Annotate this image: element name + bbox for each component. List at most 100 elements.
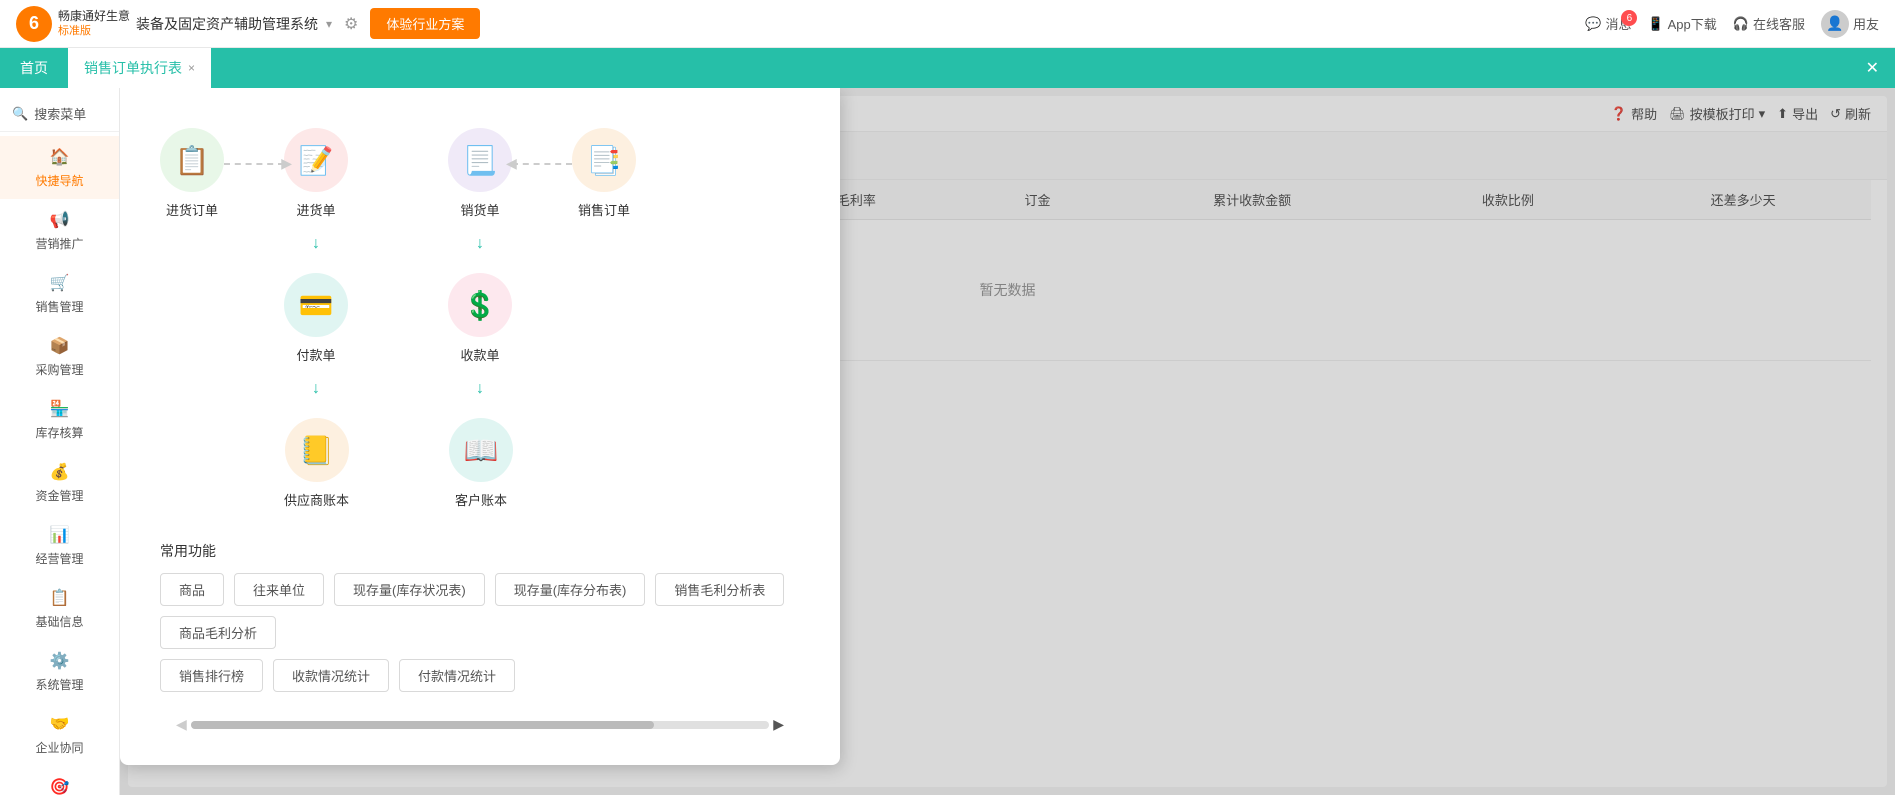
- sales-label: 销售管理: [35, 298, 83, 315]
- receipt-circle[interactable]: 💲: [448, 273, 512, 337]
- main-layout: 🔍 搜索菜单 🏠 快捷导航 📢 营销推广 🛒 销售管理 📦 采购管理 🏪 库存核…: [0, 88, 1895, 795]
- flow-row-arrows: ↓ ↓: [160, 227, 800, 261]
- payment-circle[interactable]: 💳: [284, 273, 348, 337]
- flow-col-supplier-ledger: 📒 供应商账本: [284, 418, 349, 509]
- inventory-icon: 🏪: [49, 398, 71, 420]
- func-btn-sales-rank[interactable]: 销售排行榜: [160, 659, 263, 692]
- sale-order-icon: 📑: [587, 144, 622, 177]
- sale-bill-icon: 📃: [463, 144, 498, 177]
- func-btn-goods-profit[interactable]: 商品毛利分析: [160, 616, 276, 649]
- sidebar-item-guide[interactable]: 🎯 新手引导: [0, 766, 119, 795]
- payment-icon: 💳: [299, 289, 334, 322]
- flow-col-sale-order: 📑 销售订单: [572, 128, 636, 219]
- guide-icon: 🎯: [49, 776, 71, 795]
- scrollbar-row: ◀ ▶: [160, 708, 800, 741]
- finance-label: 资金管理: [35, 487, 83, 504]
- sidebar-item-purchase[interactable]: 📦 采购管理: [0, 325, 119, 388]
- scrollbar-track[interactable]: [191, 721, 769, 729]
- purchase-label: 采购管理: [35, 361, 83, 378]
- system-dropdown-arrow[interactable]: ▾: [326, 17, 332, 31]
- sidebar-item-finance[interactable]: 💰 资金管理: [0, 451, 119, 514]
- search-icon: 🔍: [12, 106, 28, 122]
- settings-button[interactable]: ⚙: [340, 10, 362, 38]
- flow-col-sale-bill: 📃 销货单: [448, 128, 512, 219]
- supplier-ledger-icon: 📒: [299, 434, 334, 467]
- purchase-order-circle[interactable]: 📋: [160, 128, 224, 192]
- scroll-right-arrow[interactable]: ▶: [773, 716, 784, 733]
- arrow-2: ◀: [512, 163, 572, 165]
- sidebar-item-quick-nav[interactable]: 🏠 快捷导航: [0, 136, 119, 199]
- app-download-item[interactable]: 📱 App下载: [1647, 14, 1716, 33]
- app-download-label: App下载: [1668, 14, 1717, 33]
- tab-active[interactable]: 销售订单执行表 ×: [68, 48, 211, 88]
- logo-area: 6 畅康通好生意 标准版: [16, 6, 136, 42]
- online-service-item[interactable]: 🎧 在线客服: [1733, 14, 1805, 33]
- purchase-bill-label: 进货单: [296, 200, 335, 219]
- app-icon: 📱: [1647, 16, 1663, 32]
- tab-home[interactable]: 首页: [0, 48, 68, 88]
- sale-bill-label: 销货单: [460, 200, 499, 219]
- func-btn-counterpart[interactable]: 往来单位: [234, 573, 324, 606]
- down-arrow-purchase: ↓: [284, 235, 348, 253]
- flow-row-arrows-2: ↓ ↓: [160, 372, 800, 406]
- try-industry-button[interactable]: 体验行业方案: [370, 8, 480, 39]
- sidebar-search[interactable]: 🔍 搜索菜单: [0, 96, 119, 132]
- scroll-left-arrow[interactable]: ◀: [176, 716, 187, 733]
- flow-col-customer-ledger: 📖 客户账本: [449, 418, 513, 509]
- enterprise-icon: 🤝: [49, 713, 71, 735]
- tab-close-icon[interactable]: ×: [188, 61, 195, 75]
- sale-bill-circle[interactable]: 📃: [448, 128, 512, 192]
- service-icon: 🎧: [1733, 16, 1749, 32]
- message-badge: 6: [1621, 10, 1637, 26]
- func-btn-stock-status[interactable]: 现存量(库存状况表): [334, 573, 485, 606]
- service-label: 在线客服: [1753, 14, 1805, 33]
- message-item[interactable]: 💬 6 消息: [1585, 14, 1631, 33]
- sidebar-item-marketing[interactable]: 📢 营销推广: [0, 199, 119, 262]
- func-btn-sales-profit[interactable]: 销售毛利分析表: [655, 573, 784, 606]
- purchase-bill-circle[interactable]: 📝: [284, 128, 348, 192]
- sale-order-label: 销售订单: [578, 200, 630, 219]
- quick-nav-label: 快捷导航: [35, 172, 83, 189]
- flow-col-payment: 💳 付款单: [284, 273, 348, 364]
- basic-icon: 📋: [49, 587, 71, 609]
- customer-ledger-circle[interactable]: 📖: [449, 418, 513, 482]
- common-func-section: 常用功能 商品 往来单位 现存量(库存状况表) 现存量(库存分布表) 销售毛利分…: [160, 541, 800, 692]
- purchase-order-label: 进货订单: [166, 200, 218, 219]
- sidebar-item-operation[interactable]: 📊 经营管理: [0, 514, 119, 577]
- customer-ledger-label: 客户账本: [455, 490, 507, 509]
- supplier-ledger-circle[interactable]: 📒: [285, 418, 349, 482]
- sidebar-item-enterprise[interactable]: 🤝 企业协同: [0, 703, 119, 766]
- func-btns-row-2: 销售排行榜 收款情况统计 付款情况统计: [160, 659, 800, 692]
- payment-label: 付款单: [296, 345, 335, 364]
- operation-label: 经营管理: [35, 550, 83, 567]
- supplier-ledger-label: 供应商账本: [284, 490, 349, 509]
- logo-text: 畅康通好生意 标准版: [58, 9, 130, 39]
- quick-nav-icon: 🏠: [49, 146, 71, 168]
- header-right: 💬 6 消息 📱 App下载 🎧 在线客服 👤 用友: [1585, 10, 1879, 38]
- tab-close-right-button[interactable]: ✕: [1850, 58, 1895, 78]
- system-icon: ⚙️: [49, 650, 71, 672]
- user-avatar-area[interactable]: 👤 用友: [1821, 10, 1879, 38]
- func-btn-payment-stat[interactable]: 付款情况统计: [399, 659, 515, 692]
- receipt-label: 收款单: [460, 345, 499, 364]
- sidebar-item-sales[interactable]: 🛒 销售管理: [0, 262, 119, 325]
- flow-col-purchase-order: 📋 进货订单: [160, 128, 224, 219]
- down-arrow-sale: ↓: [448, 235, 512, 253]
- sale-order-circle[interactable]: 📑: [572, 128, 636, 192]
- sidebar-item-inventory[interactable]: 🏪 库存核算: [0, 388, 119, 451]
- func-btn-stock-dist[interactable]: 现存量(库存分布表): [495, 573, 646, 606]
- scrollbar-thumb[interactable]: [191, 721, 654, 729]
- finance-icon: 💰: [49, 461, 71, 483]
- user-label: 用友: [1853, 14, 1879, 33]
- content-area: ❓ 帮助 🖨 按模板打印 ▾ ⬆ 导出 ↺ 刷新: [120, 88, 1895, 795]
- receipt-icon: 💲: [463, 289, 498, 322]
- flow-row-1: 📋 进货订单 ▶ 📝 进货: [160, 120, 800, 227]
- func-btn-receipt-stat[interactable]: 收款情况统计: [273, 659, 389, 692]
- sales-icon: 🛒: [49, 272, 71, 294]
- sidebar-item-basic[interactable]: 📋 基础信息: [0, 577, 119, 640]
- flow-diagram: 📋 进货订单 ▶ 📝 进货: [160, 120, 800, 517]
- sidebar-item-system[interactable]: ⚙️ 系统管理: [0, 640, 119, 703]
- purchase-order-icon: 📋: [175, 144, 210, 177]
- arrow-1: ▶: [224, 163, 284, 165]
- func-btn-goods[interactable]: 商品: [160, 573, 224, 606]
